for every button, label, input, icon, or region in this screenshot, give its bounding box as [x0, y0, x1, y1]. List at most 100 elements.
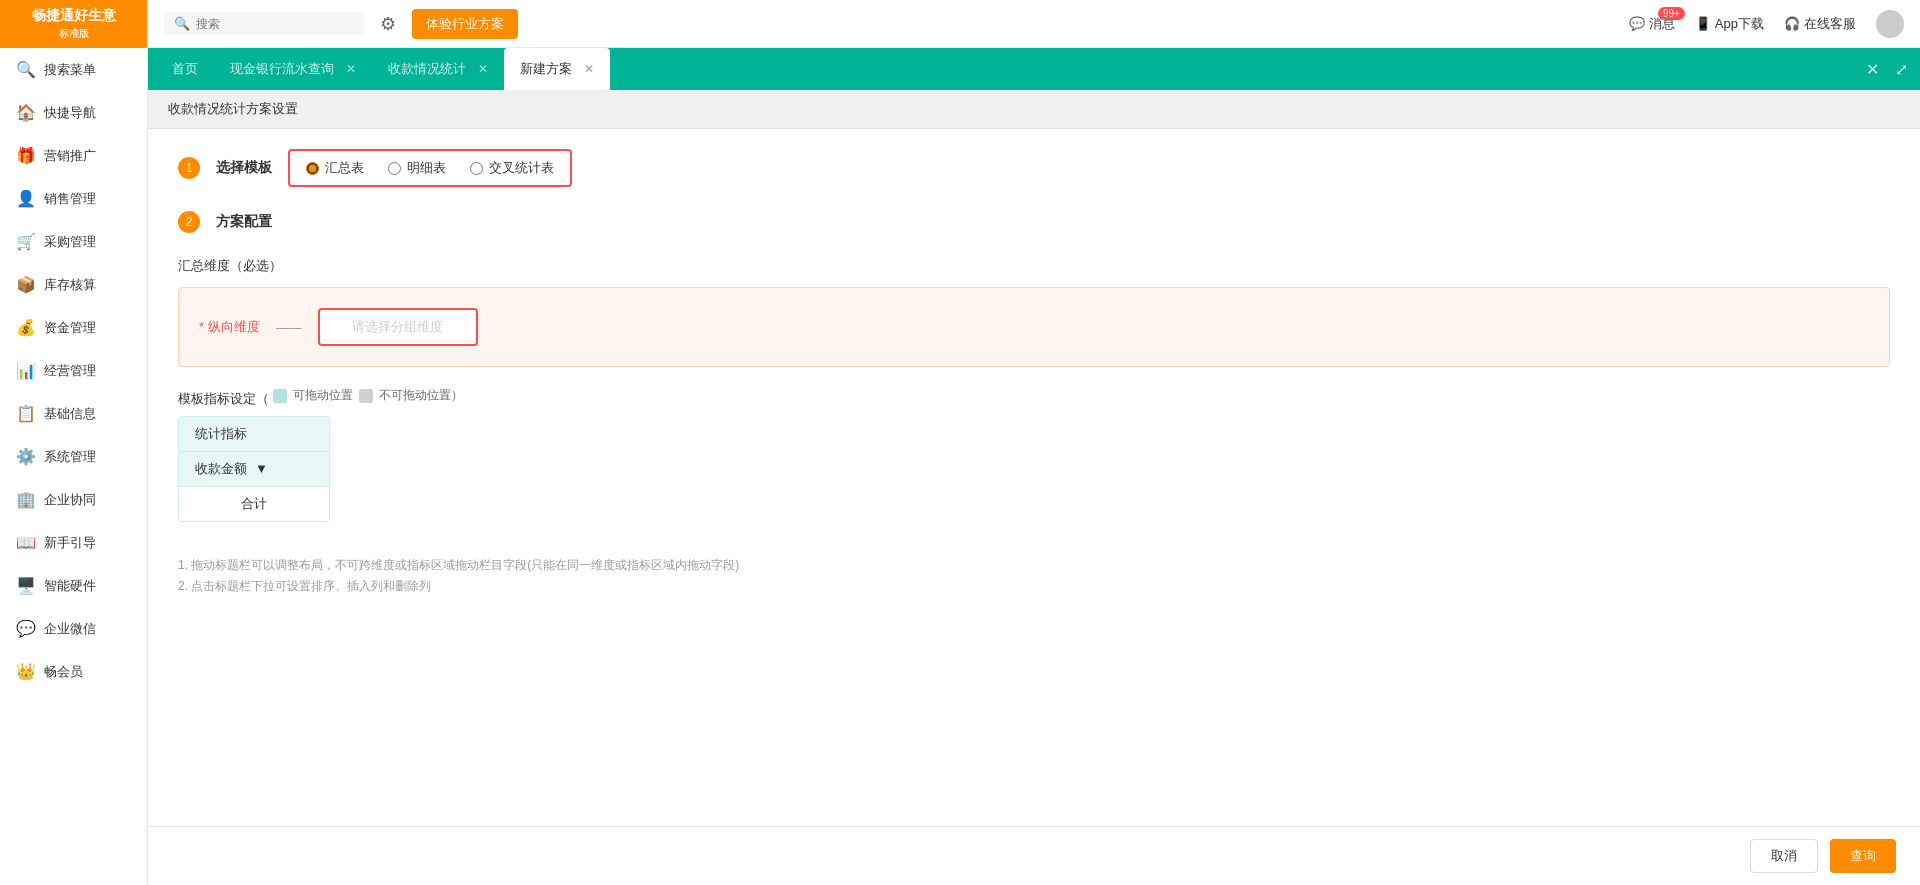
- tab-label-3: 新建方案: [520, 60, 572, 78]
- sidebar-label-8: 基础信息: [44, 405, 96, 423]
- radio-cross[interactable]: [470, 162, 483, 175]
- tab-0[interactable]: 首页: [156, 48, 214, 90]
- sidebar-label-11: 新手引导: [44, 534, 96, 552]
- option-detail-label: 明细表: [407, 159, 446, 177]
- sidebar-icon-6: 💰: [16, 318, 36, 337]
- option-cross[interactable]: 交叉统计表: [470, 159, 554, 177]
- sidebar-icon-0: 🔍: [16, 60, 36, 79]
- option-summary-label: 汇总表: [325, 159, 364, 177]
- sidebar-label-5: 库存核算: [44, 276, 96, 294]
- step1-row: 1 选择模板 汇总表 明细表 交叉统计表: [178, 149, 1890, 187]
- indicator-section: 模板指标设定（ 可拖动位置 不可拖动位置） 统计指标: [178, 387, 1890, 525]
- tabbar-actions: ✕ ⤢: [1862, 56, 1912, 83]
- query-button[interactable]: 查询: [1830, 839, 1896, 873]
- indicator-section-title: 模板指标设定（ 可拖动位置 不可拖动位置）: [178, 387, 1890, 408]
- sidebar-icon-3: 👤: [16, 189, 36, 208]
- tab-close-1[interactable]: ✕: [346, 62, 356, 76]
- dimension-section-title: 汇总维度（必选）: [178, 257, 1890, 275]
- tips-section: 1. 拖动标题栏可以调整布局，不可跨维度或指标区域拖动栏目字段(只能在同一维度或…: [178, 555, 1890, 598]
- sidebar-item-6[interactable]: 💰资金管理: [0, 306, 147, 349]
- logo-sub: 标准版: [59, 27, 89, 41]
- dimension-select[interactable]: 请选择分组维度: [318, 308, 478, 346]
- indicator-total-row: 合计: [179, 487, 329, 521]
- option-detail[interactable]: 明细表: [388, 159, 446, 177]
- tab-close-3[interactable]: ✕: [584, 62, 594, 76]
- step2-label: 方案配置: [216, 213, 272, 231]
- search-icon: 🔍: [174, 16, 190, 31]
- dimension-area: * 纵向维度 —— 请选择分组维度: [178, 287, 1890, 367]
- tab-1[interactable]: 现金银行流水查询 ✕: [214, 48, 372, 90]
- config-section: 汇总维度（必选） * 纵向维度 —— 请选择分组维度 模板指标设定（ 可拖动位: [178, 257, 1890, 598]
- tabbar: 首页现金银行流水查询✕收款情况统计✕新建方案✕ ✕ ⤢: [148, 48, 1920, 90]
- gear-icon[interactable]: ⚙: [380, 13, 396, 35]
- search-input[interactable]: [196, 17, 346, 31]
- download-button[interactable]: 📱 App下载: [1695, 15, 1764, 33]
- topbar: 🔍 ⚙ 体验行业方案 💬 消息 99+ 📱 App下载 🎧 在线客服: [148, 0, 1920, 48]
- sidebar-item-14[interactable]: 👑畅会员: [0, 650, 147, 693]
- sidebar-item-9[interactable]: ⚙️系统管理: [0, 435, 147, 478]
- dimension-label: * 纵向维度: [199, 318, 260, 336]
- sidebar-item-1[interactable]: 🏠快捷导航: [0, 91, 147, 134]
- legend-non-draggable-label: 不可拖动位置）: [379, 387, 463, 404]
- sidebar-logo: 畅捷通好生意 标准版: [0, 0, 147, 48]
- sidebar-icon-5: 📦: [16, 275, 36, 294]
- sidebar-label-7: 经营管理: [44, 362, 96, 380]
- sidebar-item-13[interactable]: 💬企业微信: [0, 607, 147, 650]
- service-button[interactable]: 🎧 在线客服: [1784, 15, 1856, 33]
- sidebar-icon-4: 🛒: [16, 232, 36, 251]
- sidebar-item-11[interactable]: 📖 新手引导: [0, 521, 147, 564]
- indicator-header-label: 统计指标: [195, 425, 247, 443]
- sidebar-item-4[interactable]: 🛒采购管理: [0, 220, 147, 263]
- message-icon: 💬: [1629, 16, 1645, 31]
- tab-label-0: 首页: [172, 60, 198, 78]
- message-button[interactable]: 💬 消息 99+: [1629, 15, 1675, 33]
- sidebar-item-10[interactable]: 🏢企业协同: [0, 478, 147, 521]
- sidebar-item-7[interactable]: 📊 经营管理: [0, 349, 147, 392]
- tab-3[interactable]: 新建方案 ✕: [504, 48, 610, 90]
- search-box[interactable]: 🔍: [164, 12, 364, 35]
- sidebar-item-8[interactable]: 📋 基础信息: [0, 392, 147, 435]
- legend-draggable-label: 可拖动位置: [293, 387, 353, 404]
- sidebar-label-12: 智能硬件: [44, 577, 96, 595]
- sidebar-item-2[interactable]: 🎁 营销推广: [0, 134, 147, 177]
- main-content: 🔍 ⚙ 体验行业方案 💬 消息 99+ 📱 App下载 🎧 在线客服 首页现金银…: [148, 0, 1920, 885]
- form-section: 1 选择模板 汇总表 明细表 交叉统计表: [148, 129, 1920, 826]
- sidebar-item-3[interactable]: 👤销售管理: [0, 177, 147, 220]
- sidebar-icon-2: 🎁: [16, 146, 36, 165]
- sidebar-item-0[interactable]: 🔍 搜索菜单: [0, 48, 147, 91]
- option-summary[interactable]: 汇总表: [306, 159, 364, 177]
- template-options: 汇总表 明细表 交叉统计表: [288, 149, 572, 187]
- sidebar-label-2: 营销推广: [44, 147, 96, 165]
- maximize-icon[interactable]: ⤢: [1891, 56, 1912, 83]
- sidebar-icon-12: 🖥️: [16, 576, 36, 595]
- sidebar-item-12[interactable]: 🖥️ 智能硬件: [0, 564, 147, 607]
- tab-close-2[interactable]: ✕: [478, 62, 488, 76]
- step1-badge: 1: [178, 157, 200, 179]
- trial-button[interactable]: 体验行业方案: [412, 9, 518, 39]
- user-avatar[interactable]: [1876, 10, 1904, 38]
- service-icon: 🎧: [1784, 16, 1800, 31]
- cancel-button[interactable]: 取消: [1750, 839, 1818, 873]
- close-all-icon[interactable]: ✕: [1862, 56, 1883, 83]
- indicator-sub-label: 收款金额: [195, 460, 247, 478]
- indicator-sub-header[interactable]: 收款金额 ▼: [179, 452, 329, 487]
- dropdown-icon: ▼: [255, 461, 268, 476]
- download-icon: 📱: [1695, 16, 1711, 31]
- sidebar-icon-14: 👑: [16, 662, 36, 681]
- radio-detail[interactable]: [388, 162, 401, 175]
- sidebar-icon-7: 📊: [16, 361, 36, 380]
- tab-2[interactable]: 收款情况统计✕: [372, 48, 504, 90]
- sidebar-icon-11: 📖: [16, 533, 36, 552]
- content-area: 收款情况统计方案设置 1 选择模板 汇总表 明细表: [148, 90, 1920, 826]
- tab-label-1: 现金银行流水查询: [230, 60, 334, 78]
- sidebar-label-0: 搜索菜单: [44, 61, 96, 79]
- legend-draggable-dot: [273, 389, 287, 403]
- sidebar-label-9: 系统管理: [44, 448, 96, 466]
- radio-summary[interactable]: [306, 162, 319, 175]
- legend-non-draggable-dot: [359, 389, 373, 403]
- sidebar-icon-8: 📋: [16, 404, 36, 423]
- sidebar-item-5[interactable]: 📦 库存核算: [0, 263, 147, 306]
- step1-label: 选择模板: [216, 159, 272, 177]
- step2-row: 2 方案配置: [178, 211, 1890, 233]
- tip-0: 1. 拖动标题栏可以调整布局，不可跨维度或指标区域拖动栏目字段(只能在同一维度或…: [178, 555, 1890, 577]
